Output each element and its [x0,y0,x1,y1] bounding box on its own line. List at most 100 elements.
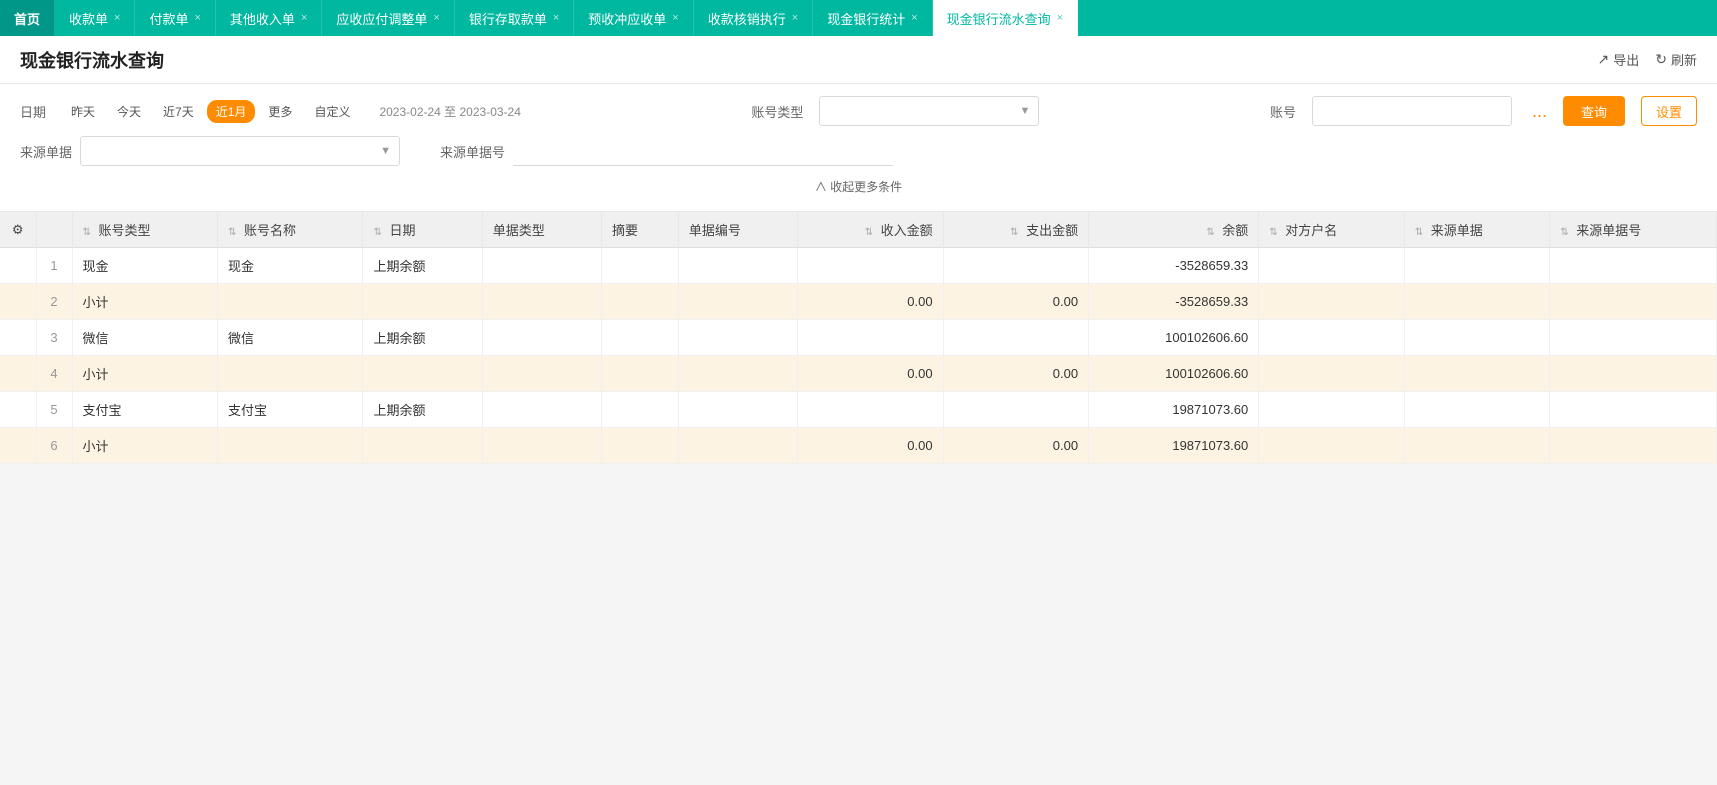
col-header-expense[interactable]: ⇅ 支出金额 [943,212,1088,248]
nav-item-payment[interactable]: 付款单 × [135,0,215,36]
nav-label-ap-adjust: 应收应付调整单 [336,9,427,28]
row-summary [602,248,679,284]
refresh-icon: ↻ [1655,51,1667,68]
nav-label-other-income: 其他收入单 [230,9,295,28]
account-label: 账号 [1270,102,1296,121]
row-date [363,284,482,320]
row-account-name [217,428,362,464]
row-expense [943,392,1088,428]
row-gear-cell [0,248,36,284]
table-row[interactable]: 2小计0.000.00-3528659.33 [0,284,1717,320]
row-account-name: 现金 [217,248,362,284]
col-header-source-doc-no[interactable]: ⇅ 来源单据号 [1550,212,1717,248]
date-yesterday-btn[interactable]: 昨天 [62,100,104,123]
account-type-select[interactable]: ▼ [819,96,1039,126]
table-row[interactable]: 3微信微信上期余额100102606.60 [0,320,1717,356]
close-icon[interactable]: × [1057,12,1063,24]
date-7days-btn[interactable]: 近7天 [154,100,203,123]
row-number: 6 [36,428,72,464]
nav-label-receipt-verify: 收款核销执行 [708,9,786,28]
date-1month-btn[interactable]: 近1月 [207,100,256,123]
row-expense [943,320,1088,356]
date-today-btn[interactable]: 今天 [108,100,150,123]
close-icon[interactable]: × [114,12,120,24]
row-date: 上期余额 [363,392,482,428]
refresh-button[interactable]: ↻ 刷新 [1655,50,1697,69]
refresh-label: 刷新 [1671,50,1697,69]
table-row[interactable]: 6小计0.000.0019871073.60 [0,428,1717,464]
nav-item-advance-offset[interactable]: 预收冲应收单 × [574,0,693,36]
row-income: 0.00 [798,284,943,320]
row-account-name: 支付宝 [217,392,362,428]
date-more-btn[interactable]: 更多 [259,100,301,123]
close-icon[interactable]: × [553,12,559,24]
flow-table: ⚙ ⇅ 账号类型 ⇅ 账号名称 ⇅ 日期 单据类型 摘要 [0,212,1717,464]
col-header-account-name[interactable]: ⇅ 账号名称 [217,212,362,248]
sort-icon: ⇅ [1206,227,1214,238]
nav-item-ap-adjust[interactable]: 应收应付调整单 × [322,0,454,36]
more-options-button[interactable]: ... [1532,101,1547,122]
row-source-doc-no [1550,284,1717,320]
row-doc-no [678,320,797,356]
source-doc-no-input[interactable] [513,136,893,166]
col-header-counterpart[interactable]: ⇅ 对方户名 [1259,212,1404,248]
date-custom-btn[interactable]: 自定义 [305,100,359,123]
nav-item-cash-bank-stat[interactable]: 现金银行统计 × [813,0,932,36]
row-doc-no [678,392,797,428]
collapse-conditions-button[interactable]: ∧ 收起更多条件 [20,174,1697,203]
source-doc-select[interactable]: ▼ [80,136,400,166]
account-input[interactable] [1312,96,1512,126]
date-label: 日期 [20,102,46,121]
row-date: 上期余额 [363,248,482,284]
close-icon[interactable]: × [433,12,439,24]
gear-column-header[interactable]: ⚙ [0,212,36,248]
close-icon[interactable]: × [672,12,678,24]
settings-button[interactable]: 设置 [1641,96,1697,126]
nav-item-cash-bank-flow[interactable]: 现金银行流水查询 × [933,0,1078,36]
sort-icon: ⇅ [865,227,873,238]
close-icon[interactable]: × [194,12,200,24]
row-income [798,392,943,428]
row-account-name [217,356,362,392]
nav-item-home[interactable]: 首页 [0,0,55,36]
col-header-rownum [36,212,72,248]
col-header-income[interactable]: ⇅ 收入金额 [798,212,943,248]
table-row[interactable]: 5支付宝支付宝上期余额19871073.60 [0,392,1717,428]
table-body: 1现金现金上期余额-3528659.332小计0.000.00-3528659.… [0,248,1717,464]
col-header-balance[interactable]: ⇅ 余额 [1089,212,1259,248]
row-expense [943,248,1088,284]
nav-label-payment: 付款单 [149,9,188,28]
row-balance: 19871073.60 [1089,392,1259,428]
sort-icon: ⇅ [1269,227,1277,238]
row-doc-no [678,248,797,284]
close-icon[interactable]: × [911,12,917,24]
row-account-type: 小计 [72,356,217,392]
col-header-summary: 摘要 [602,212,679,248]
table-container: ⚙ ⇅ 账号类型 ⇅ 账号名称 ⇅ 日期 单据类型 摘要 [0,212,1717,464]
query-button[interactable]: 查询 [1563,96,1625,126]
table-row[interactable]: 4小计0.000.00100102606.60 [0,356,1717,392]
row-source-doc [1404,320,1549,356]
col-header-account-type[interactable]: ⇅ 账号类型 [72,212,217,248]
nav-item-receipt-verify[interactable]: 收款核销执行 × [694,0,813,36]
export-button[interactable]: ↗ 导出 [1598,50,1640,69]
row-doc-type [482,356,601,392]
nav-label-advance-offset: 预收冲应收单 [588,9,666,28]
row-source-doc-no [1550,392,1717,428]
row-account-type: 微信 [72,320,217,356]
close-icon[interactable]: × [301,12,307,24]
col-header-source-doc[interactable]: ⇅ 来源单据 [1404,212,1549,248]
row-gear-cell [0,428,36,464]
source-doc-no-field: 来源单据号 [440,136,893,166]
col-header-date[interactable]: ⇅ 日期 [363,212,482,248]
table-row[interactable]: 1现金现金上期余额-3528659.33 [0,248,1717,284]
nav-item-receipt[interactable]: 收款单 × [55,0,135,36]
nav-item-bank-deposit[interactable]: 银行存取款单 × [455,0,574,36]
collapse-label: 收起更多条件 [830,180,902,194]
row-income [798,248,943,284]
row-counterpart [1259,392,1404,428]
nav-item-other-income[interactable]: 其他收入单 × [216,0,322,36]
close-icon[interactable]: × [792,12,798,24]
row-date: 上期余额 [363,320,482,356]
row-account-type: 现金 [72,248,217,284]
